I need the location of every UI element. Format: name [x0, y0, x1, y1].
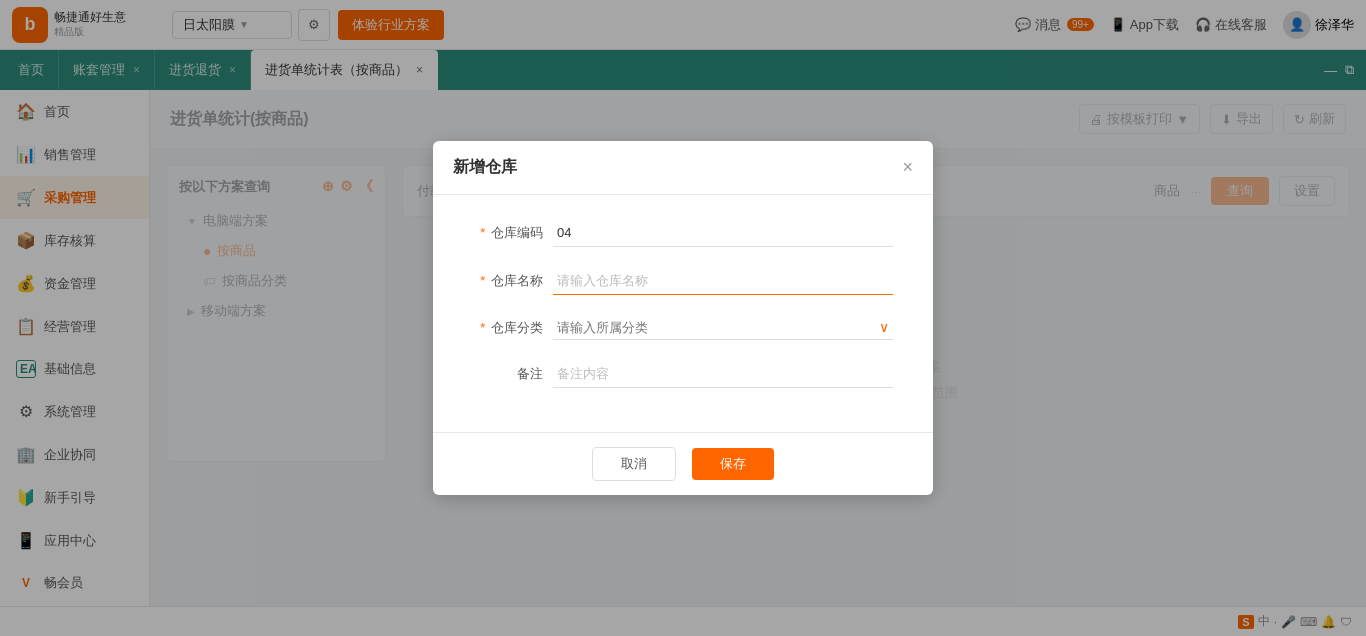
- form-label-name: * 仓库名称: [473, 272, 543, 290]
- new-warehouse-dialog: 新增仓库 × * 仓库编码 *: [433, 141, 933, 495]
- main-layout: 🏠 首页 📊 销售管理 🛒 采购管理 📦 库存核算 💰 资金管理 📋 经营管理 …: [0, 90, 1366, 636]
- save-button[interactable]: 保存: [692, 448, 774, 480]
- form-row-note: 备注: [473, 360, 893, 388]
- dialog-footer: 取消 保存: [433, 432, 933, 495]
- category-input[interactable]: [557, 320, 879, 335]
- form-label-category: * 仓库分类: [473, 319, 543, 337]
- content-area: 进货单统计(按商品) 🖨 按模板打印 ▼ ⬇ 导出 ↻ 刷新: [150, 90, 1366, 636]
- warehouse-name-input[interactable]: [553, 267, 893, 295]
- form-label-note: 备注: [473, 365, 543, 383]
- dialog-close-button[interactable]: ×: [902, 157, 913, 178]
- required-star-code: *: [480, 225, 485, 240]
- warehouse-code-input[interactable]: [553, 219, 893, 247]
- dialog-overlay: 新增仓库 × * 仓库编码 *: [150, 90, 1366, 636]
- form-row-name: * 仓库名称: [473, 267, 893, 295]
- dialog-title: 新增仓库: [453, 157, 517, 178]
- form-row-category: * 仓库分类 ∨: [473, 315, 893, 340]
- warehouse-category-select[interactable]: ∨: [553, 315, 893, 340]
- required-star-name: *: [480, 273, 485, 288]
- cancel-button[interactable]: 取消: [592, 447, 676, 481]
- required-star-category: *: [480, 320, 485, 335]
- warehouse-note-input[interactable]: [553, 360, 893, 388]
- form-row-code: * 仓库编码: [473, 219, 893, 247]
- dialog-header: 新增仓库 ×: [433, 141, 933, 195]
- category-dropdown-arrow: ∨: [879, 319, 889, 335]
- dialog-body: * 仓库编码 * 仓库名称: [433, 195, 933, 432]
- form-label-code: * 仓库编码: [473, 224, 543, 242]
